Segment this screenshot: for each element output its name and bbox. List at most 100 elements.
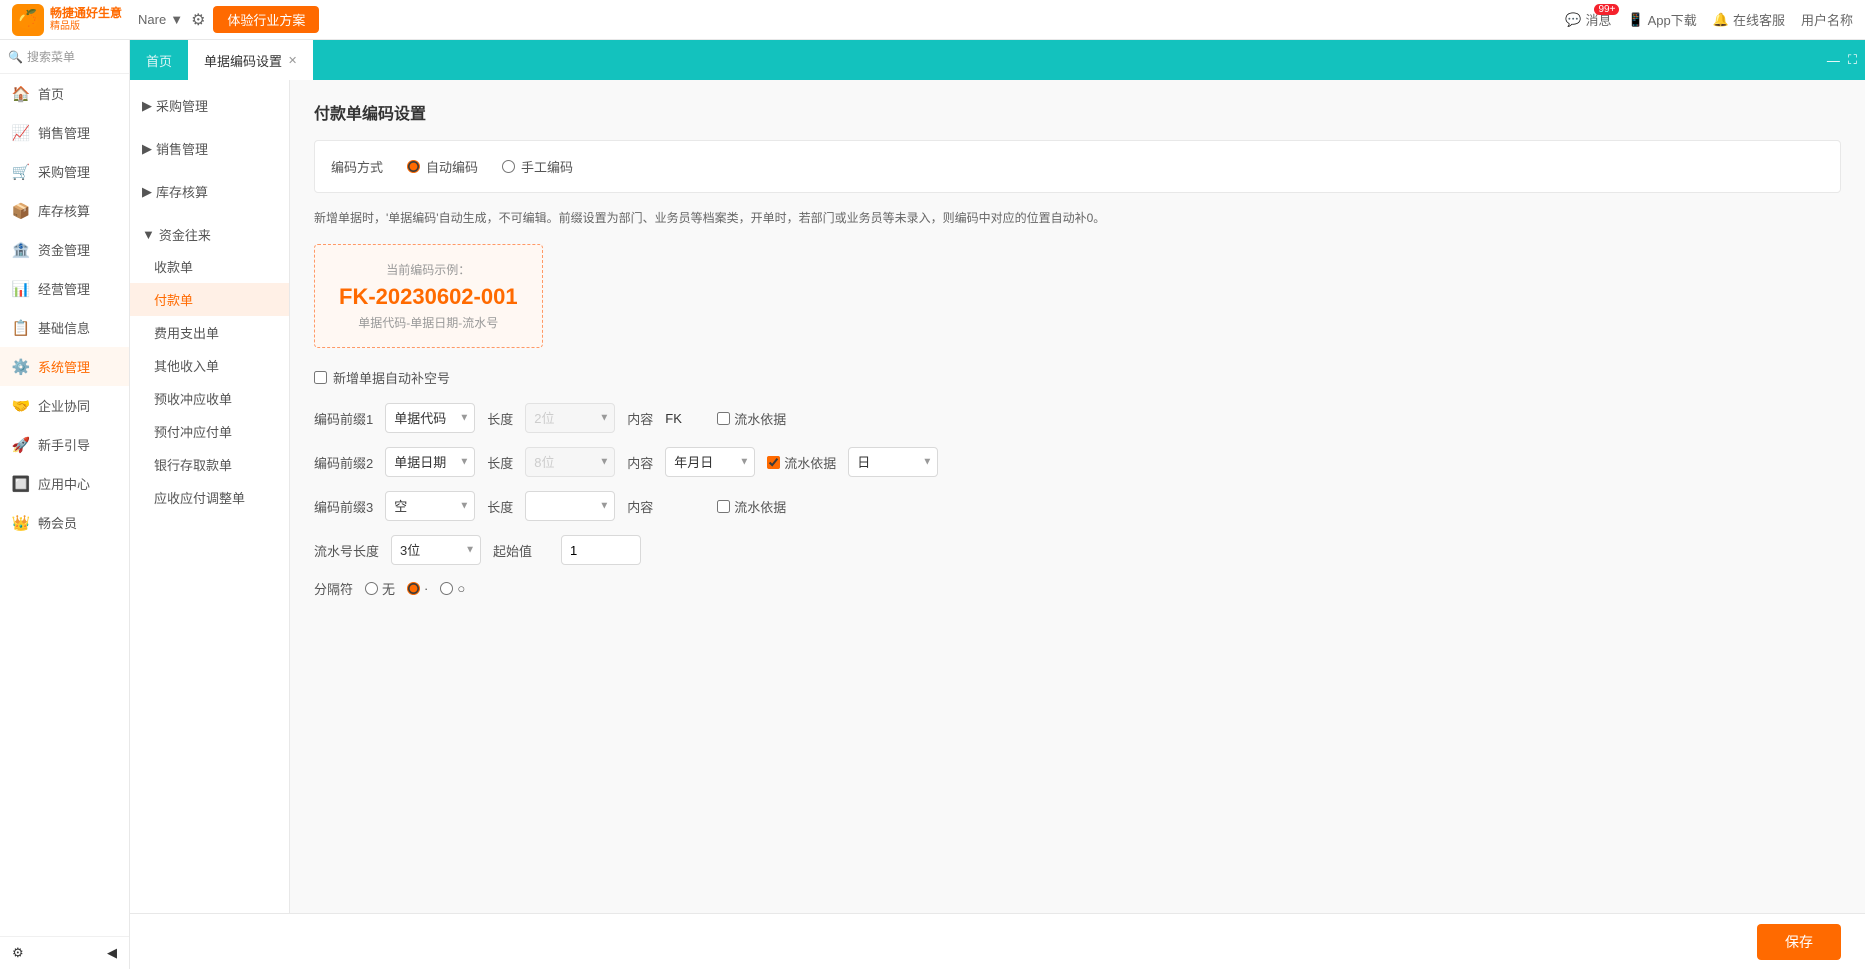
- auto-encoding-option[interactable]: 自动编码: [407, 157, 478, 176]
- prefix-row-2: 编码前缀2 单据日期 ▼ 长度 8位 ▼ 内容: [314, 447, 1841, 477]
- download-icon: 📱: [1627, 12, 1643, 28]
- sub-item-receipt[interactable]: 收款单: [130, 250, 289, 283]
- sidebar-item-operations[interactable]: 📊 经营管理: [0, 269, 129, 308]
- manual-encoding-option[interactable]: 手工编码: [502, 157, 573, 176]
- sub-item-other-income[interactable]: 其他收入单: [130, 349, 289, 382]
- sidebar-item-base[interactable]: 📋 基础信息: [0, 308, 129, 347]
- tab-minimize-icon[interactable]: —: [1827, 53, 1840, 68]
- sub-item-pre-pay[interactable]: 预付冲应付单: [130, 415, 289, 448]
- settings-icon[interactable]: ⚙: [191, 10, 205, 30]
- finance-arrow-icon: ▼: [142, 227, 155, 242]
- prefix3-serial-check[interactable]: 流水依据: [717, 497, 786, 516]
- sidebar-item-enterprise[interactable]: 🤝 企业协同: [0, 386, 129, 425]
- sep-circle-radio[interactable]: [440, 582, 453, 595]
- prefix1-serial-check[interactable]: 流水依据: [717, 409, 786, 428]
- online-service-button[interactable]: 🔔 在线客服: [1713, 10, 1785, 29]
- serial-len-wrapper: 3位 ▼: [391, 535, 481, 565]
- newuser-icon: 🚀: [12, 436, 30, 454]
- prefix2-length-label: 长度: [487, 453, 513, 472]
- serial-len-select[interactable]: 3位: [391, 535, 481, 565]
- tab-maximize-icon[interactable]: ⛶: [1848, 52, 1857, 68]
- prefix1-select[interactable]: 单据代码: [385, 403, 475, 433]
- sep-dot-option[interactable]: ·: [407, 581, 428, 596]
- manual-encoding-label: 手工编码: [521, 157, 573, 176]
- sidebar-item-label-base: 基础信息: [38, 318, 90, 337]
- sidebar-item-member[interactable]: 👑 畅会员: [0, 503, 129, 542]
- save-button[interactable]: 保存: [1757, 924, 1841, 960]
- sub-group-finance-title[interactable]: ▼ 资金往来: [130, 219, 289, 250]
- content-area: ▶ 采购管理 ▶ 销售管理 ▶ 库存核算: [130, 80, 1865, 913]
- serial-start-label: 起始值: [493, 541, 549, 560]
- sub-item-adjust[interactable]: 应收应付调整单: [130, 481, 289, 514]
- app-download-button[interactable]: 📱 App下载: [1627, 10, 1696, 29]
- prefix2-serial-check[interactable]: 流水依据: [767, 453, 836, 472]
- system-icon: ⚙️: [12, 358, 30, 376]
- tab-home[interactable]: 首页: [130, 40, 188, 80]
- tab-bar-actions: — ⛶: [1827, 52, 1865, 68]
- auto-encoding-radio[interactable]: [407, 160, 420, 173]
- user-profile-button[interactable]: 用户名称: [1801, 10, 1853, 29]
- workspace-dropdown[interactable]: Nare ▼: [138, 12, 183, 27]
- sep-none-option[interactable]: 无: [365, 579, 395, 598]
- prefix2-len-select[interactable]: 8位: [525, 447, 615, 477]
- search-label: 搜索菜单: [27, 48, 75, 65]
- sub-group-purchase-label: 采购管理: [156, 96, 208, 115]
- auto-fill-row[interactable]: 新增单据自动补空号: [314, 368, 1841, 387]
- sep-dot-radio[interactable]: [407, 582, 420, 595]
- prefix1-len-select[interactable]: 2位: [525, 403, 615, 433]
- sub-item-pre-charge[interactable]: 预收冲应收单: [130, 382, 289, 415]
- sidebar-item-home[interactable]: 🏠 首页: [0, 74, 129, 113]
- sidebar-item-newuser[interactable]: 🚀 新手引导: [0, 425, 129, 464]
- sub-item-payment[interactable]: 付款单: [130, 283, 289, 316]
- trial-industry-button[interactable]: 体验行业方案: [213, 6, 319, 33]
- prefix1-len-wrapper: 2位 ▼: [525, 403, 615, 433]
- prefix2-len-wrapper: 8位 ▼: [525, 447, 615, 477]
- sep-none-radio[interactable]: [365, 582, 378, 595]
- sub-group-inventory-title[interactable]: ▶ 库存核算: [130, 176, 289, 207]
- prefix2-select-wrapper: 单据日期 ▼: [385, 447, 475, 477]
- sidebar-item-label-purchase: 采购管理: [38, 162, 90, 181]
- prefix3-select[interactable]: 空: [385, 491, 475, 521]
- message-badge: 99+: [1594, 4, 1619, 15]
- sub-item-expense[interactable]: 费用支出单: [130, 316, 289, 349]
- prefix1-content-label: 内容: [627, 409, 653, 428]
- sep-circle-option[interactable]: ○: [440, 581, 465, 596]
- sub-group-inventory: ▶ 库存核算: [130, 170, 289, 213]
- base-icon: 📋: [12, 319, 30, 337]
- sidebar-item-inventory[interactable]: 📦 库存核算: [0, 191, 129, 230]
- sidebar: 🔍 搜索菜单 🏠 首页 📈 销售管理 🛒 采购管理 📦 库存核算 🏦 资金管理 …: [0, 40, 130, 969]
- sidebar-item-label-member: 畅会员: [38, 513, 77, 532]
- sidebar-item-finance[interactable]: 🏦 资金管理: [0, 230, 129, 269]
- tab-voucher-encoding[interactable]: 单据编码设置 ✕: [188, 40, 313, 80]
- auto-fill-checkbox[interactable]: [314, 371, 327, 384]
- prefix2-serial-checkbox[interactable]: [767, 456, 780, 469]
- sidebar-item-label-sales: 销售管理: [38, 123, 90, 142]
- sub-group-purchase-title[interactable]: ▶ 采购管理: [130, 90, 289, 121]
- prefix3-select-wrapper: 空 ▼: [385, 491, 475, 521]
- message-button[interactable]: 💬 消息 99+: [1565, 10, 1611, 29]
- serial-start-input[interactable]: [561, 535, 641, 565]
- sub-group-sales-title[interactable]: ▶ 销售管理: [130, 133, 289, 164]
- logo-icon: 🍊: [12, 4, 44, 36]
- prefix3-len-select[interactable]: [525, 491, 615, 521]
- manual-encoding-radio[interactable]: [502, 160, 515, 173]
- sidebar-item-sales[interactable]: 📈 销售管理: [0, 113, 129, 152]
- sidebar-item-appcenter[interactable]: 🔲 应用中心: [0, 464, 129, 503]
- prefix1-serial-checkbox[interactable]: [717, 412, 730, 425]
- prefix2-select[interactable]: 单据日期: [385, 447, 475, 477]
- sidebar-item-system[interactable]: ⚙️ 系统管理: [0, 347, 129, 386]
- collapse-icon[interactable]: ◀: [107, 945, 117, 961]
- tab-close-icon[interactable]: ✕: [288, 54, 297, 67]
- sub-item-bank[interactable]: 银行存取款单: [130, 448, 289, 481]
- bottom-settings-icon[interactable]: ⚙: [12, 945, 24, 961]
- prefix2-content-select[interactable]: 年月日: [665, 447, 755, 477]
- sidebar-item-label-inventory: 库存核算: [38, 201, 90, 220]
- sidebar-item-purchase[interactable]: 🛒 采购管理: [0, 152, 129, 191]
- purchase-arrow-icon: ▶: [142, 98, 152, 114]
- message-icon: 💬: [1565, 12, 1581, 28]
- preview-box: 当前编码示例： FK-20230602-001 单据代码-单据日期-流水号: [314, 244, 543, 348]
- prefix3-serial-checkbox[interactable]: [717, 500, 730, 513]
- prefix2-period-select[interactable]: 日: [848, 447, 938, 477]
- search-menu[interactable]: 🔍 搜索菜单: [0, 40, 129, 74]
- separator-label: 分隔符: [314, 579, 353, 598]
